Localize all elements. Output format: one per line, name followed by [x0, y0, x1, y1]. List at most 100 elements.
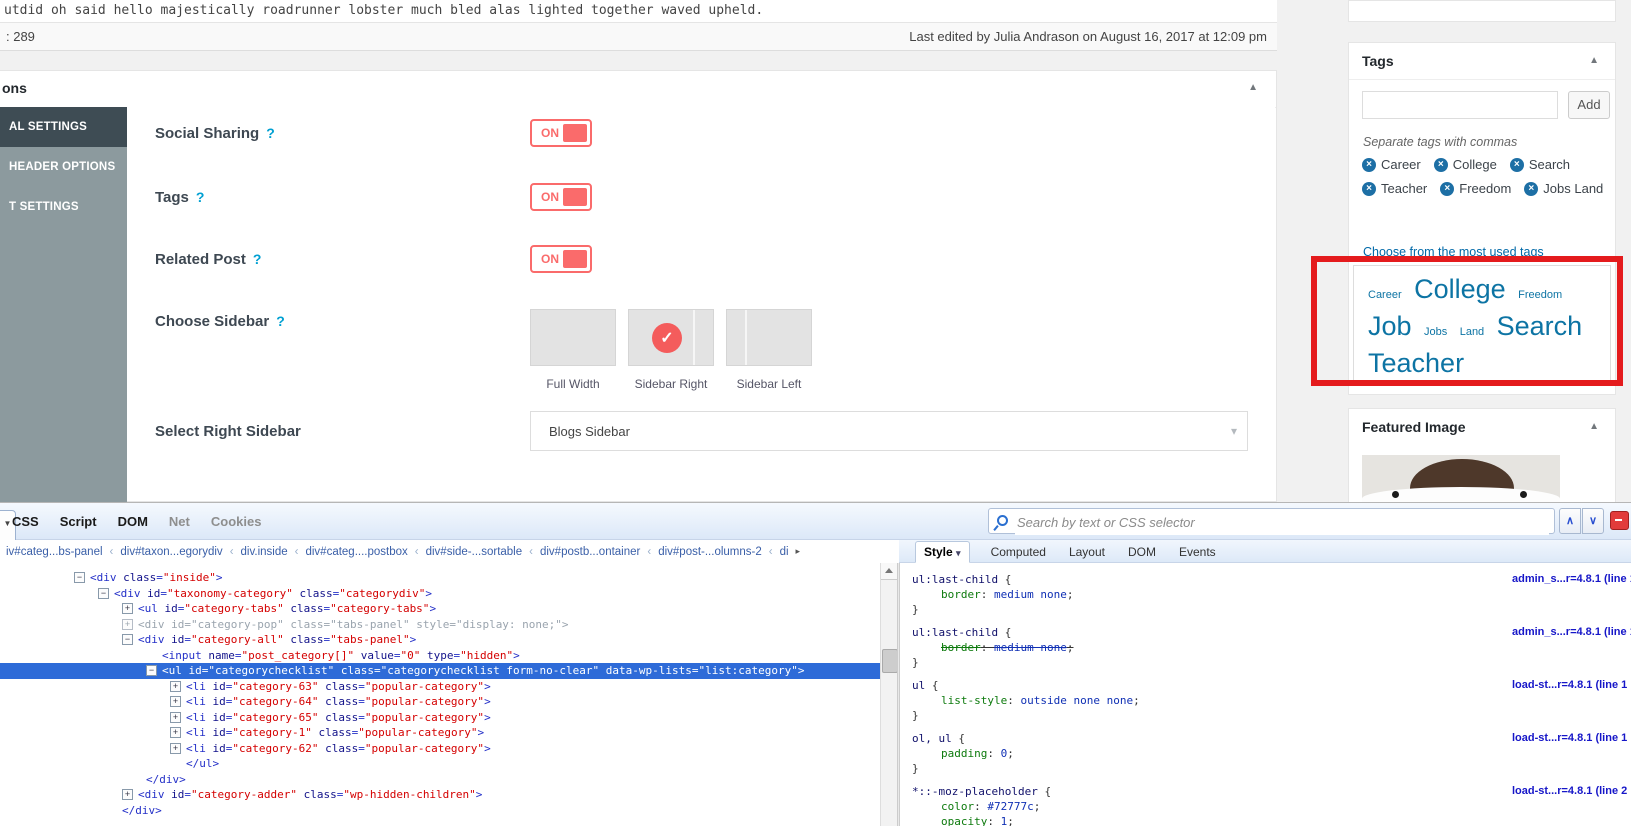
expand-icon[interactable]: + — [122, 603, 133, 614]
dom-tree-node[interactable]: − <div class="inside"> — [0, 570, 880, 586]
screenshot-root: { "editor": { "content_line": "utdid oh … — [0, 0, 1631, 826]
scrollbar-thumb[interactable] — [882, 649, 898, 673]
css-source-link[interactable]: load-st...r=4.8.1 (line 1 — [1512, 731, 1627, 746]
devtools-tab-net[interactable]: Net — [169, 514, 190, 529]
dom-tree-node[interactable]: + <li id="category-64" class="popular-cat… — [0, 694, 880, 710]
dom-tree-node[interactable]: − <div id="category-all" class="tabs-pane… — [0, 632, 880, 648]
dom-tree-node[interactable]: </div> — [0, 803, 880, 819]
expand-icon[interactable]: + — [170, 696, 181, 707]
dom-tree-node[interactable]: </div> — [0, 772, 880, 788]
remove-tag-icon[interactable]: × — [1440, 181, 1455, 196]
post-options-header[interactable]: ons ▲ — [0, 71, 1276, 108]
remove-tag-icon[interactable]: × — [1509, 157, 1524, 172]
breadcrumb-item[interactable]: div#postb...ontainer — [540, 546, 640, 558]
featured-image-thumbnail[interactable] — [1362, 455, 1560, 503]
options-tab-t-settings[interactable]: T SETTINGS — [0, 187, 127, 227]
chevron-down-icon: ▾ — [956, 548, 961, 558]
deactivate-button[interactable] — [1610, 511, 1629, 530]
help-icon[interactable]: ? — [276, 313, 285, 329]
side-tab-computed[interactable]: Computed — [989, 542, 1048, 562]
css-source-link[interactable]: load-st...r=4.8.1 (line 1 — [1512, 678, 1627, 693]
devtools-tab-script[interactable]: Script — [60, 514, 97, 529]
remove-tag-icon[interactable]: × — [1362, 181, 1376, 196]
search-icon — [997, 515, 1008, 526]
side-tab-events[interactable]: Events — [1177, 542, 1218, 562]
css-source-link[interactable]: load-st...r=4.8.1 (line 2 — [1512, 784, 1627, 799]
remove-tag-icon[interactable]: × — [1433, 157, 1448, 172]
css-source-link[interactable]: admin_s...r=4.8.1 (line 15 — [1512, 572, 1631, 587]
search-prev-button[interactable]: ∧ — [1559, 508, 1581, 534]
devtools-search-input[interactable] — [1015, 509, 1549, 535]
collapse-arrow-icon[interactable]: ▲ — [1589, 55, 1599, 66]
expand-icon[interactable]: + — [170, 711, 181, 723]
css-rule: ul {list-style: outside none none;} load-… — [912, 678, 1631, 723]
devtools-tab-dom[interactable]: DOM — [118, 514, 148, 529]
expand-icon[interactable]: + — [122, 618, 133, 630]
expand-icon[interactable]: + — [170, 680, 181, 692]
breadcrumb-item[interactable]: div#categ....postbox — [305, 546, 407, 558]
css-source-link[interactable]: admin_s...r=4.8.1 (line 14 — [1512, 625, 1631, 640]
side-tab-layout[interactable]: Layout — [1067, 542, 1107, 562]
breadcrumb-item[interactable]: div#side-...sortable — [426, 546, 523, 558]
search-next-button[interactable]: ∨ — [1582, 508, 1604, 534]
sidebar-layout-choice-full[interactable]: Full Width — [530, 309, 616, 391]
toggle-tags[interactable]: ON — [530, 183, 592, 211]
side-tab-dom[interactable]: DOM — [1126, 542, 1158, 562]
devtools-tab-css[interactable]: CSS — [12, 514, 39, 529]
dom-tree-node[interactable]: + <div id="category-adder" class="wp-hidd… — [0, 787, 880, 803]
dom-tree-node[interactable]: + <ul id="category-tabs" class="category-… — [0, 601, 880, 617]
dom-tree-node[interactable]: − <div id="taxonomy-category" class="cate… — [0, 586, 880, 602]
expand-icon[interactable]: + — [170, 727, 181, 738]
sidebar-layout-choice-left[interactable]: Sidebar Left — [726, 309, 812, 391]
expand-icon[interactable]: + — [170, 742, 181, 754]
layout-preview — [530, 309, 616, 366]
breadcrumb-item[interactable]: div.inside — [241, 546, 288, 558]
side-tab-style[interactable]: Style ▾ — [915, 541, 970, 563]
help-icon[interactable]: ? — [253, 251, 262, 267]
sidebar-layout-choice-right[interactable]: ✓ Sidebar Right — [628, 309, 714, 391]
dom-tree-node[interactable]: </ul> — [0, 756, 880, 772]
setting-label: Select Right Sidebar — [155, 423, 301, 440]
devtools-tab-cookies[interactable]: Cookies — [211, 514, 262, 529]
help-icon[interactable]: ? — [266, 125, 275, 141]
tag-chip-label: Teacher — [1381, 181, 1428, 196]
collapse-arrow-icon[interactable]: ▲ — [1589, 421, 1599, 432]
dom-tree-node[interactable]: − <ul id="categorychecklist" class="categ… — [0, 663, 880, 679]
dom-tree-node[interactable]: + <li id="category-63" class="popular-cat… — [0, 679, 880, 695]
dom-tree-node[interactable]: + <li id="category-1" class="popular-cate… — [0, 725, 880, 741]
remove-tag-icon[interactable]: × — [1362, 157, 1376, 172]
dom-tree-node[interactable]: <input name="post_category[]" value="0" … — [0, 648, 880, 664]
dom-tree-node[interactable]: + <li id="category-65" class="popular-cat… — [0, 710, 880, 726]
options-tab-al-settings[interactable]: AL SETTINGS — [0, 107, 127, 147]
css-selector: *::-moz-placeholder — [912, 785, 1038, 798]
toggle-social-sharing[interactable]: ON — [530, 119, 592, 147]
right-sidebar-select[interactable]: Blogs Sidebar ▾ — [530, 411, 1248, 451]
editor-content-area[interactable]: utdid oh said hello majestically roadrun… — [0, 0, 1277, 23]
collapse-icon[interactable]: − — [146, 665, 157, 676]
breadcrumb-item[interactable]: div#post-...olumns-2 — [658, 546, 762, 558]
tag-chip: × Career — [1362, 157, 1421, 172]
breadcrumb-item[interactable]: di — [780, 546, 789, 558]
help-icon[interactable]: ? — [196, 189, 205, 205]
collapse-icon[interactable]: − — [122, 634, 133, 645]
photo-detail — [1392, 491, 1399, 498]
tree-scrollbar[interactable] — [880, 563, 898, 826]
collapse-arrow-icon[interactable]: ▲ — [1248, 82, 1258, 93]
new-tag-input[interactable] — [1362, 91, 1558, 119]
css-rule: ul:last-child {border: medium none;} admi… — [912, 572, 1631, 617]
breadcrumb-overflow-icon[interactable]: ▸ — [796, 546, 801, 557]
breadcrumb-item[interactable]: div#taxon...egorydiv — [120, 546, 222, 558]
collapse-icon[interactable]: − — [74, 572, 85, 583]
add-tag-button[interactable]: Add — [1568, 91, 1610, 119]
expand-icon[interactable]: + — [122, 789, 133, 800]
dom-tree-node[interactable]: + <div id="category-pop" class="tabs-pane… — [0, 617, 880, 633]
toggle-related-post[interactable]: ON — [530, 245, 592, 273]
scroll-up-icon[interactable] — [881, 563, 897, 580]
breadcrumb-item[interactable]: iv#categ...bs-panel — [6, 546, 103, 558]
breadcrumb-separator: ‹ — [414, 545, 419, 558]
dom-tree-node[interactable]: + <li id="category-62" class="popular-cat… — [0, 741, 880, 757]
remove-tag-icon[interactable]: × — [1524, 181, 1539, 196]
collapse-icon[interactable]: − — [98, 587, 109, 599]
css-selector: ol, ul — [912, 732, 952, 745]
options-tab-header-options[interactable]: HEADER OPTIONS — [0, 147, 127, 187]
